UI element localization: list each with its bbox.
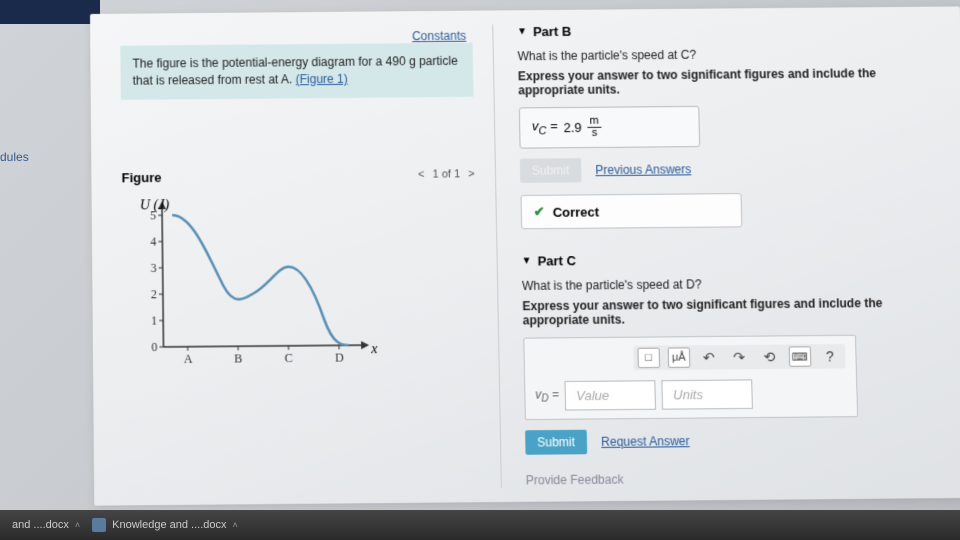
- partc-var: vD =: [535, 387, 559, 405]
- check-icon: ✔: [533, 204, 544, 220]
- partb-question: What is the particle's speed at C?: [517, 46, 941, 64]
- svg-text:4: 4: [150, 234, 156, 248]
- request-answer-link[interactable]: Request Answer: [601, 434, 690, 449]
- svg-text:D: D: [335, 350, 344, 364]
- content-page: Constants The figure is the potential-en…: [90, 6, 960, 505]
- undo-icon[interactable]: ↶: [698, 347, 721, 368]
- pager-next[interactable]: >: [468, 168, 475, 180]
- x-axis-label: x: [370, 342, 378, 357]
- taskbar: and ....docx ˄ Knowledge and ....docx ˄: [0, 510, 960, 540]
- partb-value: 2.9: [563, 120, 581, 135]
- intro-box: The figure is the potential-energy diagr…: [120, 43, 473, 100]
- constants-link[interactable]: Constants: [120, 25, 472, 46]
- correct-label: Correct: [552, 204, 599, 220]
- top-dark-strip: [0, 0, 100, 24]
- left-column: Constants The figure is the potential-en…: [120, 25, 480, 491]
- energy-plot: 0 1 2 3 4 5 A B C D U (J): [122, 193, 386, 378]
- help-icon[interactable]: ?: [819, 346, 842, 367]
- correct-feedback: ✔ Correct: [520, 193, 742, 229]
- taskbar-item-1[interactable]: and ....docx ˄: [12, 519, 80, 531]
- redo-icon[interactable]: ↷: [728, 347, 751, 368]
- partb-submit-button[interactable]: Submit: [520, 158, 582, 183]
- svg-text:A: A: [184, 351, 193, 365]
- figure-pager: < 1 of 1 >: [418, 168, 475, 181]
- right-column: ▼ Part B What is the particle's speed at…: [492, 21, 954, 488]
- units-tool-icon[interactable]: μÅ: [667, 347, 690, 368]
- svg-text:2: 2: [151, 287, 157, 301]
- keyboard-icon[interactable]: ⌨: [788, 346, 811, 367]
- partb-units: m s: [588, 116, 602, 139]
- figure-link[interactable]: (Figure 1): [296, 72, 348, 86]
- svg-text:C: C: [285, 350, 293, 364]
- pager-label: 1 of 1: [432, 168, 460, 180]
- partb-title: Part B: [533, 24, 572, 39]
- caret-down-icon: ▼: [521, 255, 531, 266]
- partc-instruction: Express your answer to two significant f…: [522, 295, 949, 327]
- answer-toolbar: □ μÅ ↶ ↷ ⟲ ⌨ ?: [633, 344, 845, 370]
- templates-tool-icon[interactable]: □: [637, 348, 660, 369]
- partc-header[interactable]: ▼ Part C: [521, 250, 947, 269]
- side-modules-label: dules: [0, 150, 29, 164]
- provide-feedback-link[interactable]: Provide Feedback: [526, 469, 954, 487]
- pager-prev[interactable]: <: [418, 169, 425, 181]
- partb-var: vC =: [532, 118, 558, 137]
- figure-title: Figure: [121, 169, 161, 184]
- partc-title: Part C: [537, 253, 576, 269]
- partb-answer-box: vC = 2.9 m s: [519, 106, 700, 149]
- units-input[interactable]: Units: [662, 379, 754, 409]
- taskbar-item-2[interactable]: Knowledge and ....docx ˄: [92, 518, 238, 532]
- chevron-up-icon: ˄: [75, 520, 80, 530]
- svg-text:B: B: [234, 351, 242, 365]
- svg-text:0: 0: [151, 339, 157, 353]
- caret-down-icon: ▼: [517, 26, 527, 37]
- word-doc-icon: [92, 518, 106, 532]
- svg-text:1: 1: [151, 313, 157, 327]
- partb-instruction: Express your answer to two significant f…: [518, 66, 943, 98]
- value-input[interactable]: Value: [565, 380, 656, 410]
- partc-question: What is the particle's speed at D?: [522, 275, 948, 293]
- reset-icon[interactable]: ⟲: [758, 347, 781, 368]
- y-axis-label: U (J): [140, 198, 170, 213]
- figure-header: Figure < 1 of 1 >: [121, 167, 474, 185]
- chevron-up-icon: ˄: [233, 520, 238, 530]
- svg-text:3: 3: [151, 260, 157, 274]
- partc-input-panel: □ μÅ ↶ ↷ ⟲ ⌨ ? vD = Value Units: [523, 335, 858, 420]
- previous-answers-link[interactable]: Previous Answers: [595, 162, 691, 177]
- partc-submit-button[interactable]: Submit: [525, 430, 587, 455]
- partb-header[interactable]: ▼ Part B: [517, 21, 941, 40]
